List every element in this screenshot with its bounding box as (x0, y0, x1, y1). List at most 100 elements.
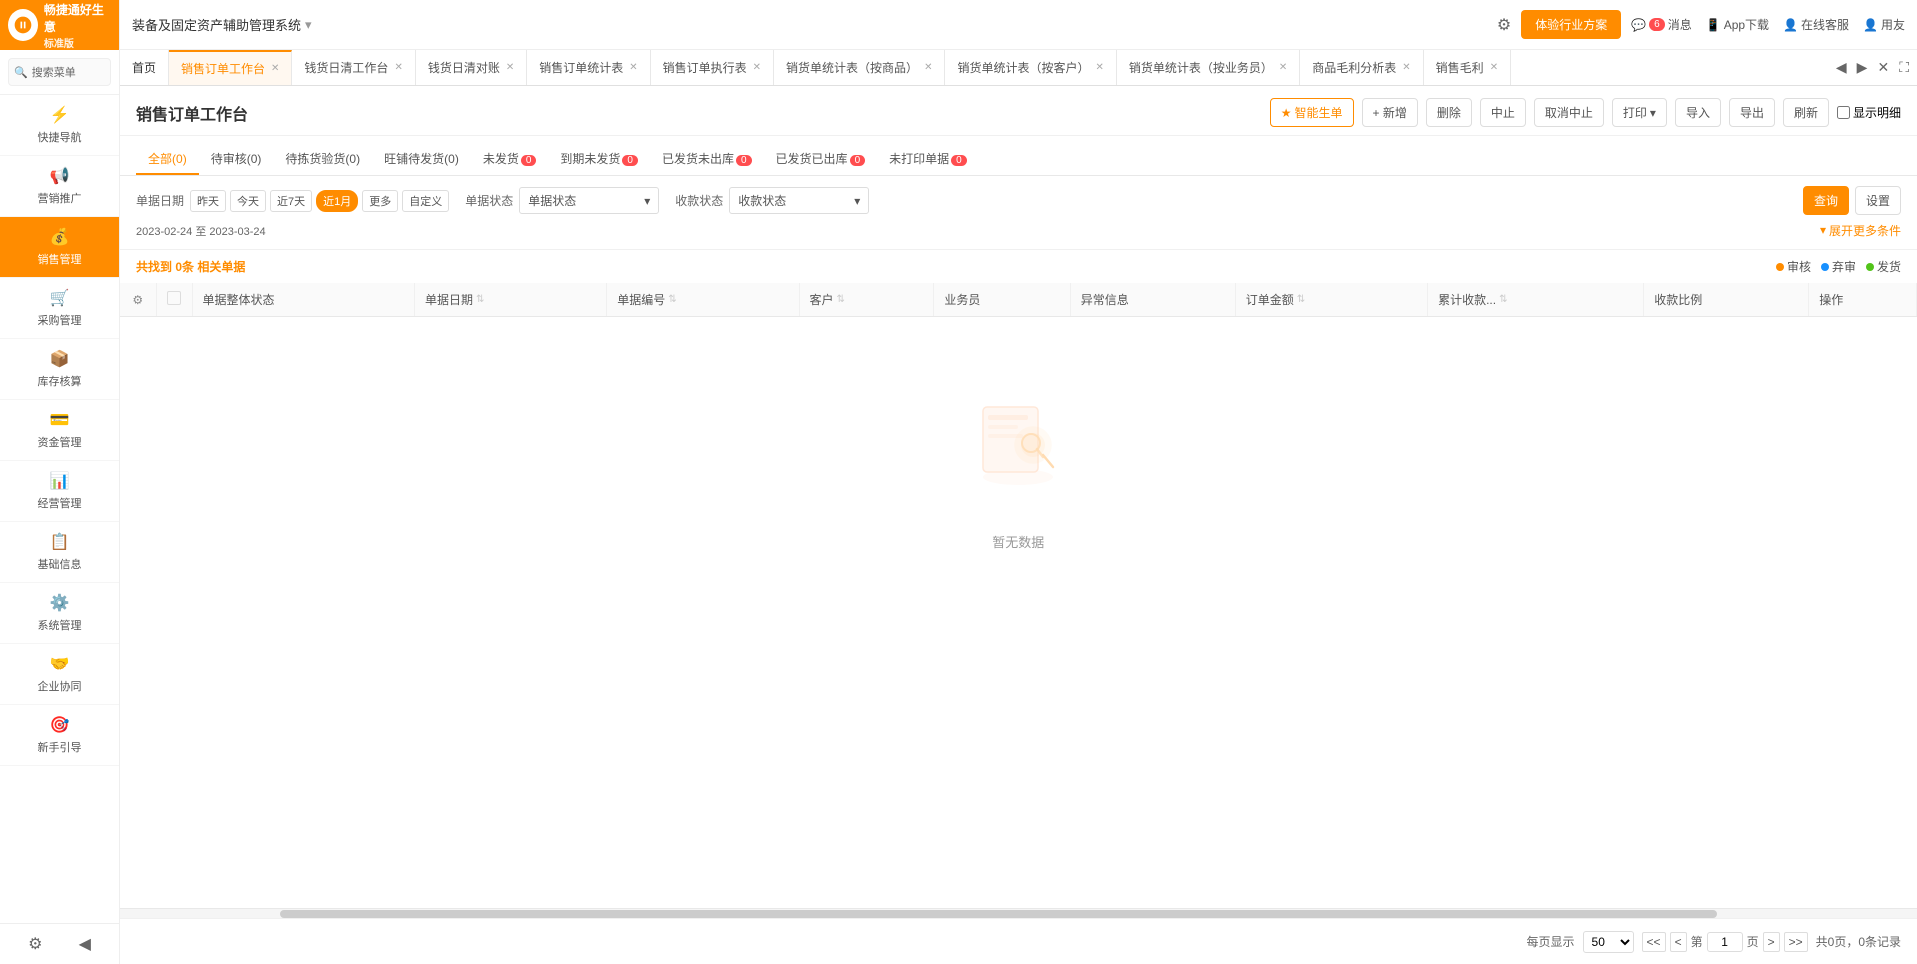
sub-tab-not-printed[interactable]: 未打印单据0 (877, 144, 979, 175)
tab-sales-summary-staff[interactable]: 销货单统计表（按业务员） ✕ (1117, 50, 1300, 86)
page-size-select[interactable]: 20 50 100 (1583, 931, 1634, 953)
review-btn[interactable]: 审核 (1776, 258, 1811, 275)
sidebar-search[interactable]: 🔍 搜索菜单 (0, 50, 119, 95)
tab-sales-stat[interactable]: 销售订单统计表 ✕ (527, 50, 650, 86)
tab-sales-more-close[interactable]: ✕ (1490, 62, 1498, 73)
smart-gen-btn[interactable]: ★ 智能生单 (1270, 98, 1354, 127)
column-settings-icon[interactable]: ⚙ (132, 293, 143, 307)
sub-tab-overdue-not-shipped[interactable]: 到期未发货0 (548, 144, 650, 175)
filter-settings-btn[interactable]: 设置 (1855, 186, 1901, 215)
sidebar-item-inventory[interactable]: 📦 库存核算 (0, 339, 119, 400)
page-input[interactable] (1707, 932, 1743, 952)
content-inner: 销售订单工作台 ★ 智能生单 + 新增 删除 中止 取消中止 打印 ▾ 导入 (120, 86, 1917, 964)
sidebar-item-basic-info[interactable]: 📋 基础信息 (0, 522, 119, 583)
tab-cash-reconcile-close[interactable]: ✕ (506, 62, 514, 73)
tab-scroll-left[interactable]: ◀ (1832, 57, 1851, 78)
horizontal-scrollbar[interactable] (120, 908, 1917, 918)
tab-sales-summary-product[interactable]: 销货单统计表（按商品） ✕ (774, 50, 945, 86)
experience-btn[interactable]: 体验行业方案 (1521, 10, 1621, 39)
next-page-btn[interactable]: > (1763, 932, 1780, 952)
sidebar-item-operations[interactable]: 📊 经营管理 (0, 461, 119, 522)
th-checkbox[interactable] (156, 283, 192, 317)
show-detail-checkbox[interactable] (1837, 106, 1850, 119)
sidebar-item-sales[interactable]: 💰 销售管理 (0, 217, 119, 278)
topbar-settings-icon[interactable]: ⚙ (1497, 15, 1511, 35)
prev-page-btn[interactable]: < (1670, 932, 1687, 952)
sidebar-item-quick-nav[interactable]: ⚡ 快捷导航 (0, 95, 119, 156)
print-btn[interactable]: 打印 ▾ (1612, 98, 1667, 127)
sidebar-item-enterprise[interactable]: 🤝 企业协同 (0, 644, 119, 705)
sub-tab-pending-inspect[interactable]: 待拣货验货(0) (273, 144, 372, 175)
tab-sales-exec[interactable]: 销售订单执行表 ✕ (651, 50, 774, 86)
tab-sales-summary-customer[interactable]: 销货单统计表（按客户） ✕ (945, 50, 1116, 86)
tab-product-margin[interactable]: 商品毛利分析表 ✕ (1300, 50, 1423, 86)
status-select[interactable]: 单据状态 ▾ (519, 187, 659, 214)
sidebar-item-marketing[interactable]: 📢 营销推广 (0, 156, 119, 217)
tab-product-margin-close[interactable]: ✕ (1402, 62, 1410, 73)
sub-tab-all[interactable]: 全部(0) (136, 144, 199, 175)
cancel-stop-btn[interactable]: 取消中止 (1534, 98, 1604, 127)
import-btn[interactable]: 导入 (1675, 98, 1721, 127)
tab-sales-more[interactable]: 销售毛利 ✕ (1424, 50, 1511, 86)
settings-bottom-btn[interactable]: ⚙ (28, 934, 42, 954)
tab-sales-workbench[interactable]: 销售订单工作台 ✕ (169, 50, 292, 86)
tab-sales-summary-customer-close[interactable]: ✕ (1095, 62, 1103, 73)
scrollbar-thumb[interactable] (280, 910, 1717, 918)
tab-sales-stat-close[interactable]: ✕ (629, 62, 637, 73)
sub-tab-not-shipped[interactable]: 未发货0 (471, 144, 549, 175)
th-settings[interactable]: ⚙ (120, 283, 156, 317)
payment-select[interactable]: 收款状态 ▾ (729, 187, 869, 214)
tab-sales-exec-close[interactable]: ✕ (753, 62, 761, 73)
search-icon: 🔍 (14, 66, 28, 79)
online-service-action[interactable]: 👤 在线客服 (1783, 16, 1849, 33)
tab-cash-reconcile[interactable]: 钱货日清对账 ✕ (416, 50, 527, 86)
sidebar-item-guide[interactable]: 🎯 新手引导 (0, 705, 119, 766)
sub-tab-pending-review[interactable]: 待审核(0) (199, 144, 274, 175)
sub-tab-shipped-not-out[interactable]: 已发货未出库0 (650, 144, 764, 175)
last-page-btn[interactable]: >> (1784, 932, 1808, 952)
sub-tab-shipped-out[interactable]: 已发货已出库0 (764, 144, 878, 175)
tab-sales-summary-staff-close[interactable]: ✕ (1279, 62, 1287, 73)
tab-sales-summary-product-close[interactable]: ✕ (924, 62, 932, 73)
sidebar-item-finance[interactable]: 💳 资金管理 (0, 400, 119, 461)
tab-sales-workbench-close[interactable]: ✕ (271, 63, 279, 74)
abandon-review-btn[interactable]: 弃审 (1821, 258, 1856, 275)
th-date[interactable]: 单据日期 ⇅ (414, 283, 606, 317)
th-amount[interactable]: 订单金额 ⇅ (1235, 283, 1427, 317)
message-action[interactable]: 💬 6 消息 (1631, 16, 1692, 33)
sidebar-item-system[interactable]: ⚙️ 系统管理 (0, 583, 119, 644)
expand-conditions-btn[interactable]: ▾ 展开更多条件 (1820, 222, 1901, 239)
date-more[interactable]: 更多 (362, 190, 398, 212)
sidebar-item-purchase[interactable]: 🛒 采购管理 (0, 278, 119, 339)
user-action[interactable]: 👤 用友 (1863, 16, 1905, 33)
sub-tab-wangpu[interactable]: 旺铺待发货(0) (372, 144, 471, 175)
refresh-btn[interactable]: 刷新 (1783, 98, 1829, 127)
date-today[interactable]: 今天 (230, 190, 266, 212)
ship-btn[interactable]: 发货 (1866, 258, 1901, 275)
tab-cash-daily-close[interactable]: ✕ (394, 62, 402, 73)
tab-home[interactable]: 首页 (120, 50, 169, 86)
delete-btn[interactable]: 删除 (1426, 98, 1472, 127)
tab-cash-daily[interactable]: 钱货日清工作台 ✕ (292, 50, 415, 86)
app-download-action[interactable]: 📱 App下载 (1706, 16, 1769, 33)
tab-maximize[interactable]: ⛶ (1895, 57, 1913, 78)
select-all-checkbox[interactable] (167, 291, 181, 305)
tab-scroll-right[interactable]: ▶ (1853, 57, 1872, 78)
show-detail-checkbox-label[interactable]: 显示明细 (1837, 104, 1901, 121)
first-page-btn[interactable]: << (1642, 932, 1666, 952)
message-icon: 💬 (1631, 18, 1646, 32)
collapse-btn[interactable]: ◀ (79, 934, 91, 954)
tab-close-all[interactable]: ✕ (1873, 57, 1893, 78)
th-customer[interactable]: 客户 ⇅ (799, 283, 934, 317)
query-btn[interactable]: 查询 (1803, 186, 1849, 215)
stop-btn[interactable]: 中止 (1480, 98, 1526, 127)
add-btn[interactable]: + 新增 (1362, 98, 1418, 127)
date-yesterday[interactable]: 昨天 (190, 190, 226, 212)
date-7days[interactable]: 近7天 (270, 190, 312, 212)
th-number[interactable]: 单据编号 ⇅ (607, 283, 799, 317)
search-menu-btn[interactable]: 🔍 搜索菜单 (8, 58, 111, 86)
date-1month[interactable]: 近1月 (316, 190, 358, 212)
th-collected[interactable]: 累计收款... ⇅ (1428, 283, 1644, 317)
export-btn[interactable]: 导出 (1729, 98, 1775, 127)
date-custom[interactable]: 自定义 (402, 190, 449, 212)
